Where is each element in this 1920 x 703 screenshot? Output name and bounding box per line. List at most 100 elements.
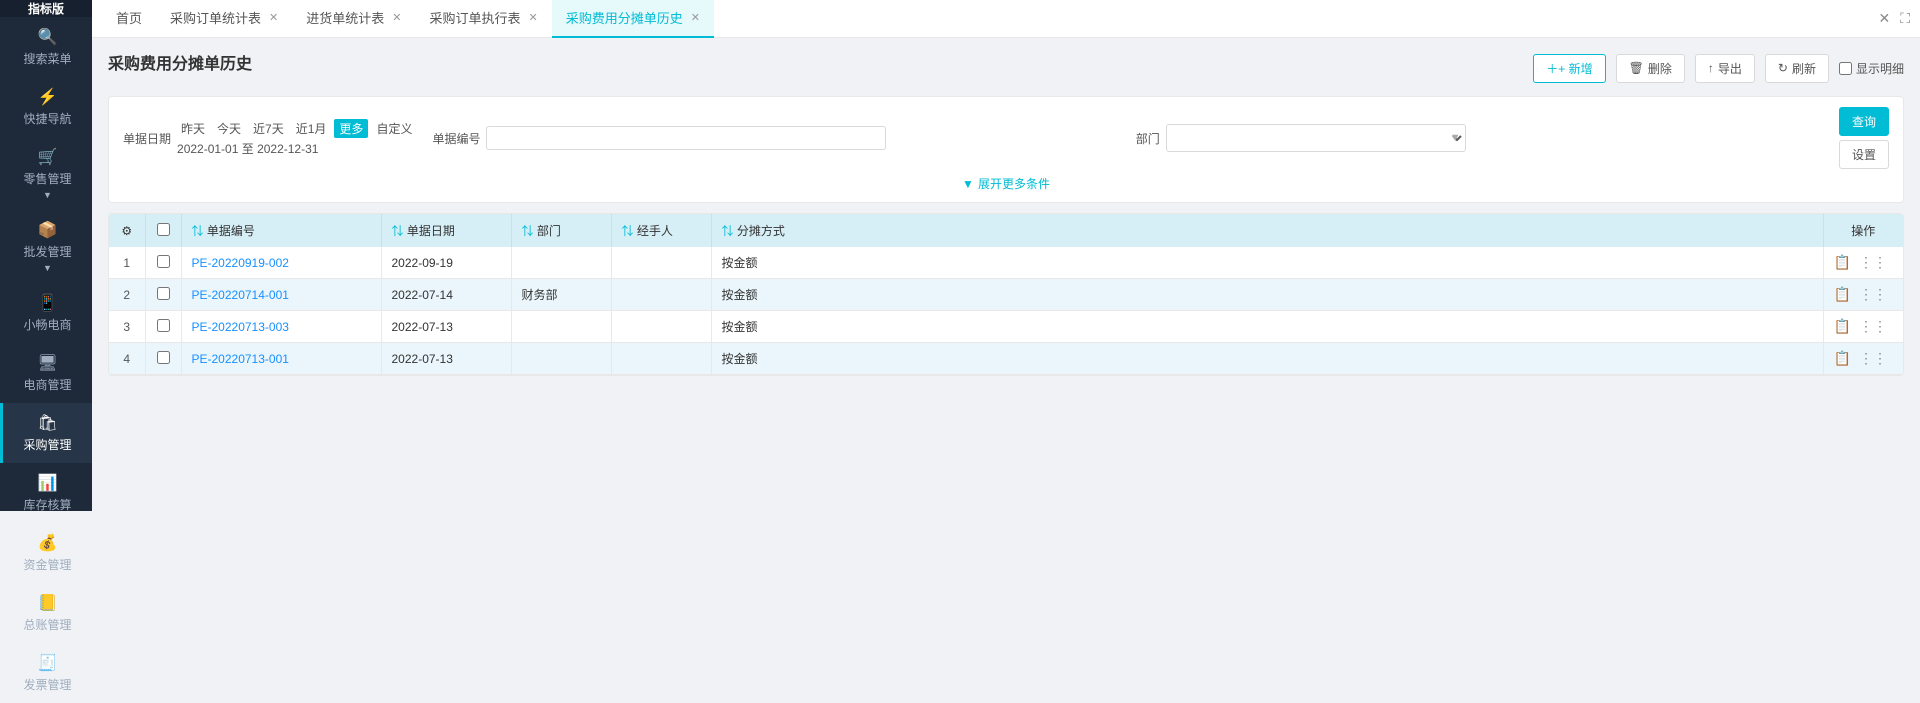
- sidebar-item-purchase[interactable]: 🛍 采购管理: [0, 403, 92, 463]
- col-checkbox: [145, 214, 181, 247]
- retail-icon: 🛒: [38, 147, 58, 167]
- row-handler-cell: [611, 311, 711, 343]
- show-detail-checkbox-label[interactable]: 显示明细: [1839, 60, 1904, 77]
- dept-select[interactable]: [1166, 124, 1466, 152]
- sidebar-item-inventory[interactable]: 📊 库存核算: [0, 463, 92, 523]
- settings-gear-icon[interactable]: ⚙: [121, 224, 132, 238]
- table-row: 4 PE-20220713-001 2022-07-13 按金额 📋 ⋮⋮: [109, 343, 1903, 375]
- inventory-icon: 📊: [38, 473, 58, 493]
- chevron-down-icon: ▼: [43, 190, 52, 200]
- shortcut-today[interactable]: 今天: [213, 119, 245, 138]
- tab-purchase-stats[interactable]: 采购订单统计表 ✕: [156, 0, 292, 38]
- no-input[interactable]: [486, 126, 886, 150]
- search-buttons: 查询 设置: [1839, 107, 1889, 169]
- sidebar-item-label: 库存核算: [23, 496, 71, 513]
- row-no-cell: PE-20220714-001: [181, 279, 381, 311]
- chevron-down-icon: ▼: [43, 263, 52, 273]
- row-no-cell: PE-20220919-002: [181, 247, 381, 279]
- row-checkbox[interactable]: [157, 319, 170, 332]
- row-checkbox[interactable]: [157, 255, 170, 268]
- row-checkbox-cell: [145, 343, 181, 375]
- shortcut-1month[interactable]: 近1月: [292, 119, 331, 138]
- tab-close-icon[interactable]: ✕: [691, 11, 700, 24]
- row-date-cell: 2022-07-14: [381, 279, 511, 311]
- edit-icon[interactable]: 📋: [1834, 254, 1851, 271]
- export-button[interactable]: ↑ 导出: [1695, 54, 1755, 83]
- col-op-header: 操作: [1823, 214, 1903, 247]
- search-form: 单据日期 昨天 今天 近7天 近1月 更多 自定义 2022-01-01 至 2…: [108, 96, 1904, 203]
- sidebar-item-retail[interactable]: 🛒 零售管理 ▼: [0, 137, 92, 210]
- tab-label: 采购订单统计表: [170, 8, 261, 27]
- purchase-icon: 🛍: [37, 413, 57, 433]
- delete-icon: 🗑: [1629, 61, 1644, 75]
- shortcut-yesterday[interactable]: 昨天: [177, 119, 209, 138]
- edit-icon[interactable]: 📋: [1834, 318, 1851, 335]
- record-link[interactable]: PE-20220713-001: [192, 352, 289, 366]
- sidebar-item-wholesale[interactable]: 📦 批发管理 ▼: [0, 210, 92, 283]
- col-settings[interactable]: ⚙: [109, 214, 145, 247]
- more-icon[interactable]: ⋮⋮: [1859, 318, 1887, 335]
- expand-row[interactable]: ▼ 展开更多条件: [123, 175, 1889, 192]
- add-button[interactable]: ＋ + 新增: [1533, 54, 1605, 83]
- sidebar-item-invoice[interactable]: 🧾 发票管理: [0, 643, 92, 703]
- sidebar-item-label: 发票管理: [23, 676, 71, 693]
- sidebar-item-label: 零售管理: [23, 170, 71, 187]
- sort-icon: ⇅: [522, 224, 534, 238]
- sort-icon: ⇅: [722, 224, 734, 238]
- show-detail-checkbox[interactable]: [1839, 62, 1852, 75]
- refresh-icon: ↻: [1778, 61, 1788, 75]
- record-link[interactable]: PE-20220919-002: [192, 256, 289, 270]
- settings-button[interactable]: 设置: [1839, 140, 1889, 169]
- shortcut-custom[interactable]: 自定义: [372, 119, 416, 138]
- date-label: 单据日期: [123, 130, 171, 147]
- edit-icon[interactable]: 📋: [1834, 286, 1851, 303]
- row-checkbox-cell: [145, 279, 181, 311]
- tab-close-icon[interactable]: ✕: [392, 11, 401, 24]
- shortcut-more[interactable]: 更多: [334, 119, 368, 138]
- delete-button[interactable]: 🗑 删除: [1616, 54, 1685, 83]
- tab-close-icon[interactable]: ✕: [529, 11, 538, 24]
- row-checkbox[interactable]: [157, 287, 170, 300]
- sidebar-item-ecommerce[interactable]: 🖥 电商管理: [0, 343, 92, 403]
- sidebar-item-quick[interactable]: ⚡ 快捷导航: [0, 77, 92, 137]
- sidebar-item-finance[interactable]: 💰 资金管理: [0, 523, 92, 583]
- record-link[interactable]: PE-20220713-003: [192, 320, 289, 334]
- tab-close-icon[interactable]: ✕: [269, 11, 278, 24]
- select-all-checkbox[interactable]: [157, 223, 170, 236]
- sort-icon: ⇅: [192, 224, 204, 238]
- content-area: 采购费用分摊单历史 ＋ + 新增 🗑 删除 ↑ 导出 ↻ 刷新: [92, 38, 1920, 511]
- more-icon[interactable]: ⋮⋮: [1859, 254, 1887, 271]
- sidebar-item-mini[interactable]: 📱 小畅电商: [0, 283, 92, 343]
- col-date-header: ⇅ 单据日期: [381, 214, 511, 247]
- tab-label: 采购订单执行表: [429, 8, 520, 27]
- sidebar-item-label: 小畅电商: [23, 316, 71, 333]
- tab-label: 首页: [116, 8, 142, 27]
- sidebar-item-label: 资金管理: [23, 556, 71, 573]
- window-close-icon[interactable]: ✕: [1878, 10, 1890, 27]
- tab-stock-stats[interactable]: 进货单统计表 ✕: [292, 0, 415, 38]
- query-button[interactable]: 查询: [1839, 107, 1889, 136]
- row-op-cell: 📋 ⋮⋮: [1823, 343, 1903, 375]
- sidebar-item-search[interactable]: 🔍 搜索菜单: [0, 17, 92, 77]
- export-icon: ↑: [1708, 61, 1714, 75]
- date-field: 单据日期 昨天 今天 近7天 近1月 更多 自定义 2022-01-01 至 2…: [123, 119, 416, 157]
- more-icon[interactable]: ⋮⋮: [1859, 350, 1887, 367]
- search-icon: 🔍: [38, 27, 58, 47]
- row-handler-cell: [611, 279, 711, 311]
- window-maximize-icon[interactable]: ⛶: [1900, 10, 1910, 27]
- tab-home[interactable]: 首页: [102, 0, 156, 38]
- wholesale-icon: 📦: [38, 220, 58, 240]
- tab-purchase-exec[interactable]: 采购订单执行表 ✕: [415, 0, 551, 38]
- date-range-value: 2022-01-01 至 2022-12-31: [177, 140, 416, 157]
- edit-icon[interactable]: 📋: [1834, 350, 1851, 367]
- row-checkbox[interactable]: [157, 351, 170, 364]
- tab-purchase-cost[interactable]: 采购费用分摊单历史 ✕: [552, 0, 714, 38]
- sidebar-item-ledger[interactable]: 📒 总账管理: [0, 583, 92, 643]
- add-icon: ＋: [1546, 60, 1558, 77]
- refresh-button[interactable]: ↻ 刷新: [1765, 54, 1829, 83]
- record-link[interactable]: PE-20220714-001: [192, 288, 289, 302]
- sidebar-logo: 指标版: [0, 0, 92, 17]
- shortcut-7days[interactable]: 近7天: [249, 119, 288, 138]
- more-icon[interactable]: ⋮⋮: [1859, 286, 1887, 303]
- quick-icon: ⚡: [38, 87, 58, 107]
